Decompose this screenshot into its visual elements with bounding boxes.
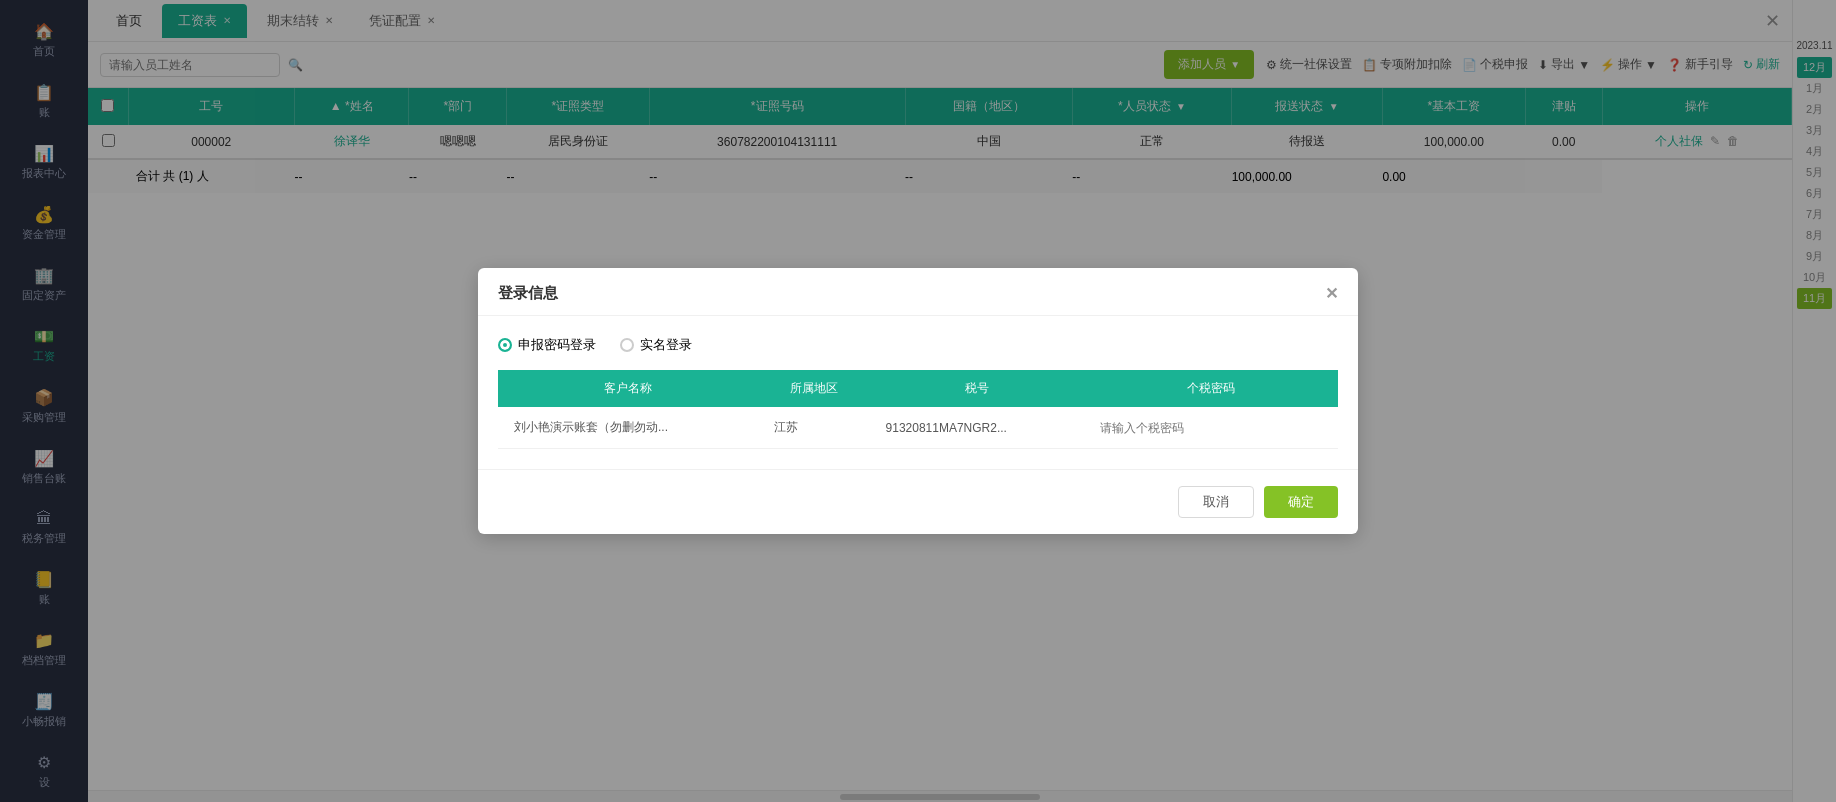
confirm-button[interactable]: 确定 <box>1264 486 1338 518</box>
dialog-client-name: 刘小艳演示账套（勿删勿动... <box>498 407 758 449</box>
dialog-header: 登录信息 ✕ <box>478 268 1358 316</box>
password-input[interactable] <box>1100 421 1322 435</box>
col-client-name: 客户名称 <box>498 370 758 407</box>
cancel-button[interactable]: 取消 <box>1178 486 1254 518</box>
dialog-region: 江苏 <box>758 407 870 449</box>
radio-group: 申报密码登录 实名登录 <box>498 336 1338 354</box>
dialog-tax-no: 91320811MA7NGR2... <box>870 407 1084 449</box>
dialog-body: 申报密码登录 实名登录 客户名称 所属地区 税号 个税密码 <box>478 316 1358 469</box>
dialog-password-field[interactable] <box>1084 407 1338 449</box>
col-tax-no: 税号 <box>870 370 1084 407</box>
dialog-table: 客户名称 所属地区 税号 个税密码 刘小艳演示账套（勿删勿动... 江苏 913… <box>498 370 1338 449</box>
dialog-overlay: 登录信息 ✕ 申报密码登录 实名登录 客户名称 所属地区 <box>0 0 1836 802</box>
dialog-title: 登录信息 <box>498 284 558 303</box>
radio-realname-icon[interactable] <box>620 338 634 352</box>
col-password: 个税密码 <box>1084 370 1338 407</box>
radio-password-icon[interactable] <box>498 338 512 352</box>
login-dialog: 登录信息 ✕ 申报密码登录 实名登录 客户名称 所属地区 <box>478 268 1358 534</box>
radio-option-realname[interactable]: 实名登录 <box>620 336 692 354</box>
radio-option-password[interactable]: 申报密码登录 <box>498 336 596 354</box>
dialog-table-row: 刘小艳演示账套（勿删勿动... 江苏 91320811MA7NGR2... <box>498 407 1338 449</box>
col-region: 所属地区 <box>758 370 870 407</box>
dialog-close-button[interactable]: ✕ <box>1325 284 1338 303</box>
dialog-footer: 取消 确定 <box>478 469 1358 534</box>
